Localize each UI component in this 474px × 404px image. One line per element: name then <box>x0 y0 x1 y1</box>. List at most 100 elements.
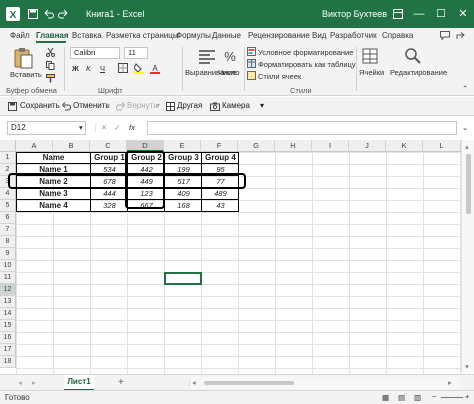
row-header-16[interactable]: 16 <box>0 332 16 344</box>
minimize-button[interactable]: — <box>408 4 430 24</box>
tab-formulas[interactable]: Формулы <box>176 31 211 40</box>
row-header-11[interactable]: 11 <box>0 272 16 284</box>
number-label[interactable]: Число <box>218 68 240 77</box>
column-header-j[interactable]: J <box>349 140 386 152</box>
tab-review[interactable]: Рецензирование <box>248 31 310 40</box>
insert-function-icon[interactable]: fx <box>129 123 135 132</box>
column-header-b[interactable]: B <box>53 140 90 152</box>
table-cell[interactable]: Name 4 <box>16 200 91 212</box>
tab-file[interactable]: Файл <box>10 31 30 40</box>
normal-view-icon[interactable]: ▦ <box>382 393 389 402</box>
column-header-e[interactable]: E <box>164 140 201 152</box>
header-cell-name[interactable]: Name <box>16 152 91 164</box>
active-cell-selection[interactable] <box>164 272 202 285</box>
add-sheet-button[interactable]: + <box>118 377 124 388</box>
table-cell[interactable]: Name 3 <box>16 188 91 200</box>
font-size-select[interactable]: 11 <box>124 47 148 59</box>
row-header-10[interactable]: 10 <box>0 260 16 272</box>
camera-icon[interactable] <box>210 102 220 111</box>
font-name-select[interactable]: Calibri <box>70 47 120 59</box>
table-cell[interactable]: 489 <box>202 188 239 200</box>
collapse-ribbon-icon[interactable]: ⌃ <box>462 84 468 93</box>
row-header-7[interactable]: 7 <box>0 224 16 236</box>
underline-button[interactable]: Ч <box>100 64 105 73</box>
italic-button[interactable]: К <box>86 64 90 73</box>
redo-dropdown-icon[interactable]: ▾ <box>156 101 160 110</box>
cut-icon[interactable] <box>46 48 55 57</box>
row-header-8[interactable]: 8 <box>0 236 16 248</box>
tab-page-layout[interactable]: Разметка страницы <box>106 31 179 40</box>
tab-data[interactable]: Данные <box>212 31 241 40</box>
user-name[interactable]: Виктор Бухтеев <box>322 9 387 19</box>
close-button[interactable]: ✕ <box>452 4 474 24</box>
copy-icon[interactable] <box>46 61 55 70</box>
cells-icon[interactable] <box>362 48 378 64</box>
sheet-tab-list1[interactable]: Лист1 <box>64 375 94 391</box>
autosave-toggle-icon[interactable] <box>28 9 38 19</box>
row-header-15[interactable]: 15 <box>0 320 16 332</box>
undo-dropdown-icon[interactable]: ▾ <box>106 101 110 110</box>
column-header-f[interactable]: F <box>201 140 238 152</box>
enter-icon[interactable]: ✓ <box>114 123 120 132</box>
conditional-format-icon[interactable] <box>247 47 256 56</box>
cancel-icon[interactable]: ✕ <box>101 123 107 132</box>
horizontal-scroll-thumb[interactable] <box>204 381 294 385</box>
column-header-a[interactable]: A <box>16 140 53 152</box>
horizontal-scrollbar[interactable]: ◂ ▸ <box>190 377 460 389</box>
row-header-5[interactable]: 5 <box>0 200 16 212</box>
table-cell[interactable]: 43 <box>202 200 239 212</box>
format-as-table-icon[interactable] <box>247 59 256 68</box>
worksheet-grid[interactable]: A B C D E F G H I J K L 1 2 3 4 5 6 7 8 … <box>0 140 474 374</box>
font-color-icon[interactable]: A <box>150 63 160 74</box>
tab-view[interactable]: Вид <box>312 31 326 40</box>
tab-insert[interactable]: Вставка <box>72 31 102 40</box>
row-header-4[interactable]: 4 <box>0 188 16 200</box>
ribbon-display-icon[interactable] <box>393 9 403 19</box>
save-icon[interactable] <box>8 102 17 111</box>
page-layout-view-icon[interactable]: ▤ <box>398 393 405 402</box>
camera-button[interactable]: Камера <box>222 101 250 110</box>
scroll-left-icon[interactable]: ◂ <box>192 378 196 387</box>
borders-icon[interactable] <box>118 63 128 73</box>
table-cell[interactable]: 328 <box>91 200 128 212</box>
paste-label[interactable]: Вставить <box>10 70 42 79</box>
zoom-in-icon[interactable]: + <box>465 392 469 401</box>
cell-styles-icon[interactable] <box>247 71 256 80</box>
row-header-18[interactable]: 18 <box>0 356 16 368</box>
name-box-dropdown-icon[interactable]: ▾ <box>79 123 83 132</box>
expand-formula-icon[interactable]: ⌄ <box>462 123 468 132</box>
vertical-scroll-thumb[interactable] <box>466 154 471 214</box>
name-box[interactable]: D12 <box>7 121 86 135</box>
tab-home[interactable]: Главная <box>36 31 69 40</box>
table-cell[interactable]: 444 <box>91 188 128 200</box>
redo-icon[interactable] <box>58 9 68 19</box>
column-header-k[interactable]: K <box>386 140 423 152</box>
row-header-1[interactable]: 1 <box>0 152 16 164</box>
select-all-corner[interactable] <box>0 140 16 152</box>
column-header-g[interactable]: G <box>238 140 275 152</box>
zoom-slider[interactable] <box>441 397 463 398</box>
column-header-h[interactable]: H <box>275 140 312 152</box>
vertical-scrollbar[interactable]: ▴ ▾ <box>461 140 474 372</box>
cell-styles-button[interactable]: Стили ячеек <box>258 72 301 81</box>
editing-icon[interactable] <box>404 47 422 65</box>
undo-icon[interactable] <box>44 9 54 19</box>
zoom-out-icon[interactable]: − <box>432 392 436 401</box>
editing-label[interactable]: Редактирование <box>390 68 447 77</box>
row-header-12[interactable]: 12 <box>0 284 16 296</box>
prev-sheet-icon[interactable]: ◂ <box>18 378 22 387</box>
paste-icon[interactable] <box>13 47 33 69</box>
undo-button[interactable]: Отменить <box>73 101 110 110</box>
header-cell-group3[interactable]: Group 3 <box>165 152 202 164</box>
other-button[interactable]: Другая <box>177 101 202 110</box>
column-header-l[interactable]: L <box>423 140 461 152</box>
row-header-9[interactable]: 9 <box>0 248 16 260</box>
redo-button[interactable]: Вернуть <box>127 101 157 110</box>
header-cell-group4[interactable]: Group 4 <box>202 152 239 164</box>
tab-developer[interactable]: Разработчик <box>330 31 377 40</box>
next-sheet-icon[interactable]: ▸ <box>32 378 36 387</box>
save-button[interactable]: Сохранить <box>20 101 60 110</box>
table-cell[interactable]: 409 <box>165 188 202 200</box>
scroll-right-icon[interactable]: ▸ <box>448 378 452 387</box>
format-painter-icon[interactable] <box>46 74 55 83</box>
